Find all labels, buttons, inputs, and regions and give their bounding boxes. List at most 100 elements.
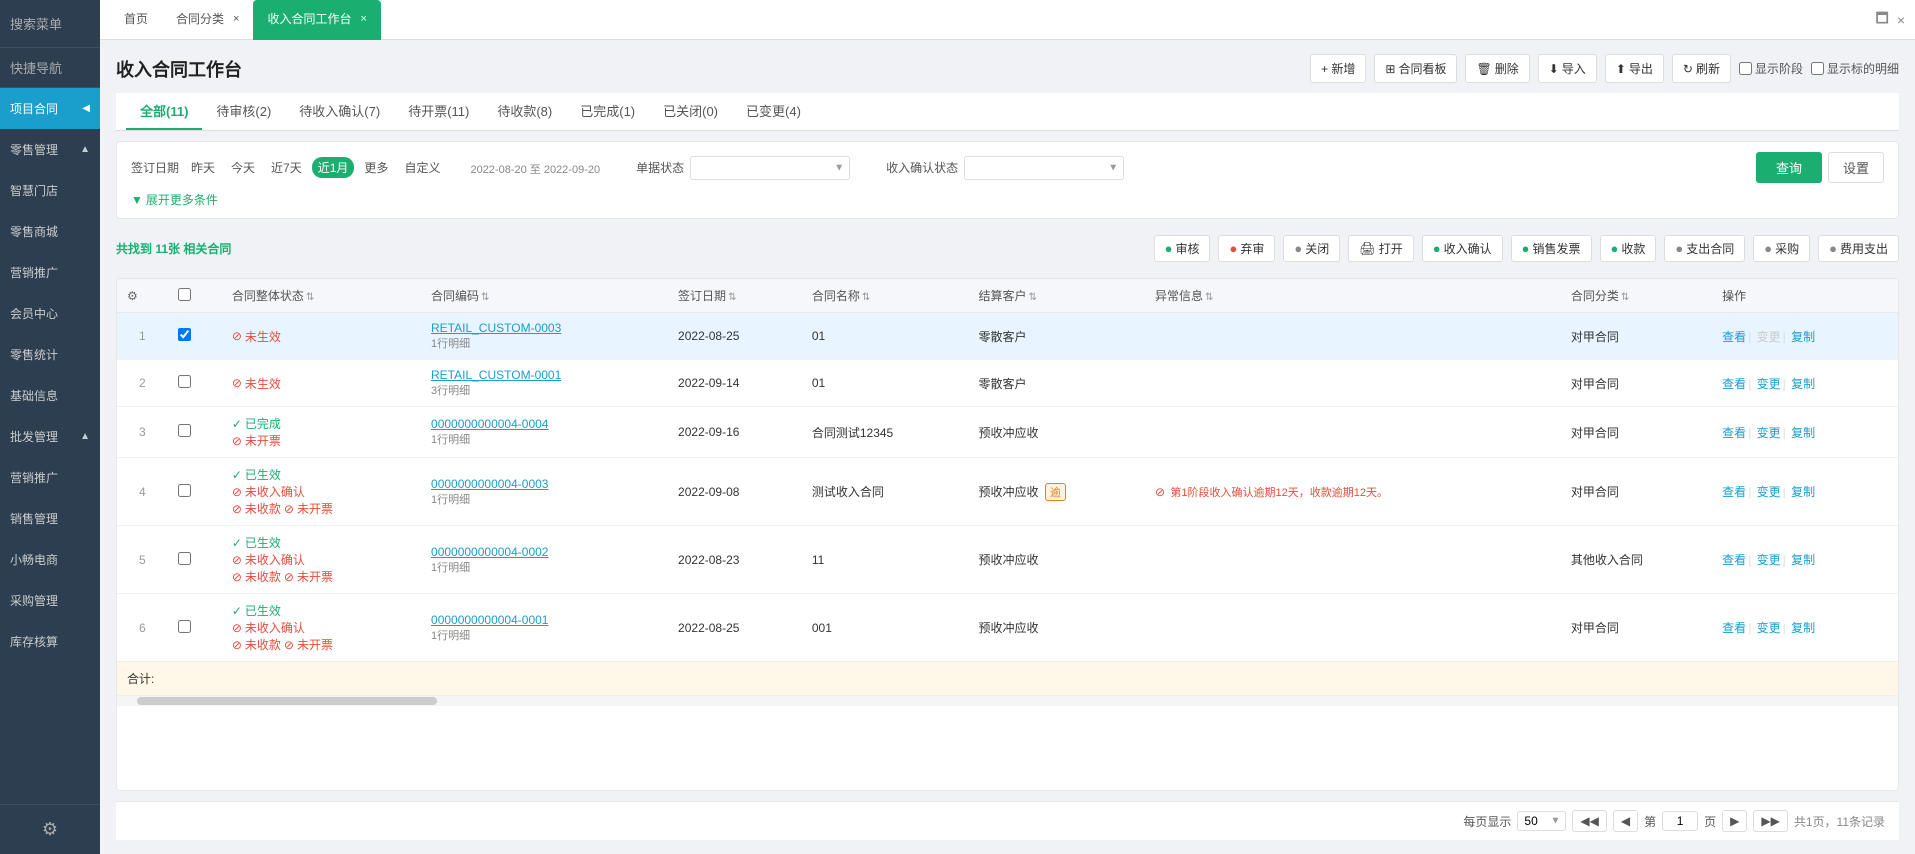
view-op-btn[interactable]: 查看 [1722, 426, 1746, 440]
sort-contract-name-icon[interactable]: ⇅ [862, 292, 870, 303]
row-select-checkbox[interactable] [178, 552, 191, 565]
view-op-btn[interactable]: 查看 [1722, 330, 1746, 344]
sort-contract-code-icon[interactable]: ⇅ [481, 292, 489, 303]
income-confirm-button[interactable]: ● 收入确认 [1422, 235, 1503, 262]
sort-sign-date-icon[interactable]: ⇅ [728, 292, 736, 303]
row-checkbox[interactable] [168, 458, 222, 526]
filter-tab-pending-collect[interactable]: 待收款(8) [483, 93, 566, 130]
row-select-checkbox[interactable] [178, 484, 191, 497]
contract-board-button[interactable]: ⊞ 合同看板 [1374, 54, 1457, 83]
change-op-btn[interactable]: 变更 [1757, 485, 1781, 499]
first-page-button[interactable]: ◀◀ [1572, 810, 1606, 832]
row-select-checkbox[interactable] [178, 375, 191, 388]
sort-settlement-customer-icon[interactable]: ⇅ [1029, 292, 1037, 303]
collect-button[interactable]: ● 收款 [1600, 235, 1657, 262]
filter-tab-pending-confirm[interactable]: 待收入确认(7) [285, 93, 394, 130]
view-op-btn[interactable]: 查看 [1722, 485, 1746, 499]
sidebar-item-xiaowei[interactable]: 小畅电商 [0, 539, 100, 580]
view-op-btn[interactable]: 查看 [1722, 377, 1746, 391]
gear-icon[interactable]: ⚙ [42, 819, 58, 840]
tab-contract-cat[interactable]: 合同分类 × [162, 0, 253, 40]
review-button[interactable]: ● 审核 [1154, 235, 1211, 262]
view-op-btn[interactable]: 查看 [1722, 621, 1746, 635]
sort-overall-status-icon[interactable]: ⇅ [306, 292, 314, 303]
date-opt-7days[interactable]: 近7天 [265, 157, 308, 178]
contract-code-link[interactable]: 0000000000004-0002 [431, 545, 658, 559]
output-contract-button[interactable]: ● 支出合同 [1664, 235, 1745, 262]
copy-op-btn[interactable]: 复制 [1791, 330, 1815, 344]
sidebar-quicknav[interactable]: 快捷导航 [0, 48, 100, 88]
expand-more-button[interactable]: ▼ 展开更多条件 [131, 191, 218, 208]
date-opt-custom[interactable]: 自定义 [398, 157, 446, 178]
horizontal-scrollbar[interactable] [117, 696, 1898, 706]
copy-op-btn[interactable]: 复制 [1791, 377, 1815, 391]
col-settings[interactable]: ⚙ [117, 279, 168, 313]
sidebar-item-retail-stats[interactable]: 零售统计 [0, 334, 100, 375]
row-checkbox[interactable] [168, 407, 222, 458]
tab-income-contract-close[interactable]: × [360, 13, 366, 25]
sales-invoice-button[interactable]: ● 销售发票 [1511, 235, 1592, 262]
import-button[interactable]: ⬇ 导入 [1538, 54, 1597, 83]
show-stage-checkbox-label[interactable]: 显示阶段 [1739, 60, 1803, 77]
row-checkbox[interactable] [168, 526, 222, 594]
select-all-checkbox[interactable] [178, 288, 191, 301]
row-checkbox[interactable] [168, 360, 222, 407]
refresh-button[interactable]: ↻ 刷新 [1672, 54, 1731, 83]
expense-button[interactable]: ● 费用支出 [1818, 235, 1899, 262]
query-button[interactable]: 查询 [1756, 152, 1822, 183]
sidebar-item-batch-mgmt[interactable]: 批发管理 ▲ [0, 416, 100, 457]
filter-tab-all[interactable]: 全部(11) [126, 93, 202, 130]
page-size-select[interactable]: 20 50 100 [1517, 811, 1566, 831]
tab-contract-cat-close[interactable]: × [233, 13, 239, 25]
contract-code-link[interactable]: RETAIL_CUSTOM-0003 [431, 321, 658, 335]
copy-op-btn[interactable]: 复制 [1791, 621, 1815, 635]
window-restore-icon[interactable]: 🗖 [1876, 8, 1889, 32]
row-checkbox[interactable] [168, 313, 222, 360]
row-select-checkbox[interactable] [178, 424, 191, 437]
export-button[interactable]: ⬆ 导出 [1605, 54, 1664, 83]
sidebar-item-purchase[interactable]: 采购管理 [0, 580, 100, 621]
settings-button[interactable]: 设置 [1828, 152, 1884, 183]
change-op-btn[interactable]: 变更 [1757, 621, 1781, 635]
show-mark-checkbox[interactable] [1811, 62, 1824, 75]
date-opt-yesterday[interactable]: 昨天 [185, 157, 221, 178]
scroll-thumb[interactable] [137, 697, 437, 705]
tab-income-contract[interactable]: 收入合同工作台 × [253, 0, 380, 40]
sidebar-item-smart-store[interactable]: 智慧门店 [0, 170, 100, 211]
show-stage-checkbox[interactable] [1739, 62, 1752, 75]
next-page-button[interactable]: ▶ [1722, 810, 1747, 832]
prev-page-button[interactable]: ◀ [1613, 810, 1638, 832]
change-op-btn[interactable]: 变更 [1757, 426, 1781, 440]
tab-home[interactable]: 首页 [110, 0, 162, 40]
copy-op-btn[interactable]: 复制 [1791, 426, 1815, 440]
row-checkbox[interactable] [168, 594, 222, 662]
sidebar-item-project[interactable]: 项目合同 ◀ [0, 88, 100, 129]
sidebar-item-inventory[interactable]: 库存核算 [0, 621, 100, 662]
new-button[interactable]: + 新增 [1310, 54, 1366, 83]
income-confirm-select[interactable] [964, 156, 1124, 180]
page-number-input[interactable] [1662, 811, 1698, 831]
show-mark-checkbox-label[interactable]: 显示标的明细 [1811, 60, 1899, 77]
sidebar-item-sales-mgmt[interactable]: 销售管理 [0, 498, 100, 539]
filter-tab-closed[interactable]: 已关闭(0) [649, 93, 732, 130]
change-op-btn[interactable]: 变更 [1757, 330, 1781, 344]
sidebar-item-retail-mgmt[interactable]: 零售管理 ▲ [0, 129, 100, 170]
contract-code-link[interactable]: 0000000000004-0004 [431, 417, 658, 431]
sidebar-item-basic-info[interactable]: 基础信息 [0, 375, 100, 416]
contract-code-link[interactable]: RETAIL_CUSTOM-0001 [431, 368, 658, 382]
filter-tab-pending-invoice[interactable]: 待开票(11) [394, 93, 483, 130]
filter-tab-pending-review[interactable]: 待审核(2) [202, 93, 285, 130]
purchase-button[interactable]: ● 采购 [1753, 235, 1810, 262]
row-select-checkbox[interactable] [178, 620, 191, 633]
sidebar-search[interactable]: 搜索菜单 [0, 0, 100, 48]
date-opt-today[interactable]: 今天 [225, 157, 261, 178]
copy-op-btn[interactable]: 复制 [1791, 553, 1815, 567]
print-button[interactable]: 🖨 打开 [1348, 235, 1414, 262]
contract-code-link[interactable]: 0000000000004-0003 [431, 477, 658, 491]
window-close-icon[interactable]: × [1897, 12, 1905, 28]
sort-abnormal-info-icon[interactable]: ⇅ [1205, 292, 1213, 303]
filter-tab-done[interactable]: 已完成(1) [566, 93, 649, 130]
date-opt-more[interactable]: 更多 [358, 157, 394, 178]
sidebar-item-member[interactable]: 会员中心 [0, 293, 100, 334]
contract-code-link[interactable]: 0000000000004-0001 [431, 613, 658, 627]
